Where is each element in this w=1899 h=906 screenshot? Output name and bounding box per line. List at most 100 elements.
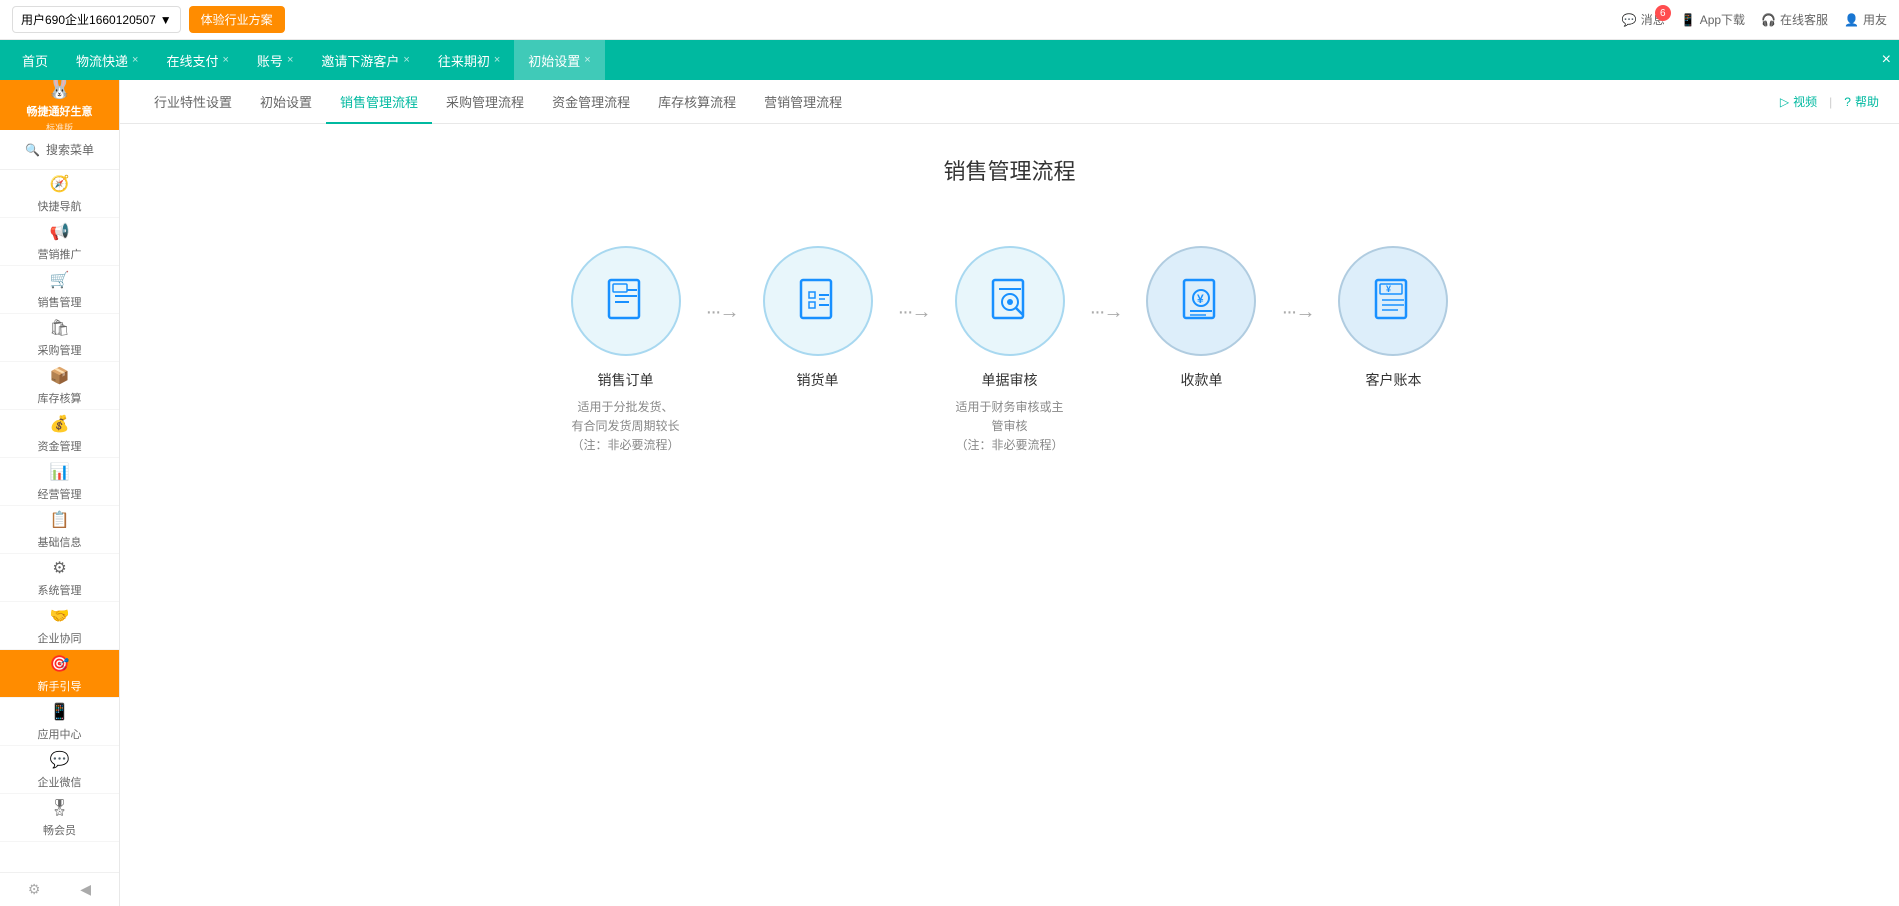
subtab-purchase-flow-label: 采购管理流程 <box>446 92 524 111</box>
subtab-industry[interactable]: 行业特性设置 <box>140 80 246 124</box>
tab-home[interactable]: 首页 <box>8 40 62 80</box>
user-item[interactable]: 👤 用友 <box>1844 11 1887 28</box>
message-item[interactable]: 💬 消息 6 <box>1622 11 1665 28</box>
step-circle-sales-invoice[interactable] <box>763 246 873 356</box>
sidebar-search-label: 搜索菜单 <box>46 141 94 158</box>
sidebar-item-inventory-label: 库存核算 <box>38 390 82 406</box>
sidebar-item-inventory[interactable]: 📦 库存核算 <box>0 362 119 410</box>
top-bar-left: 用户690企业1660120507 ▼ 体验行业方案 <box>12 6 285 33</box>
subtab-init[interactable]: 初始设置 <box>246 80 326 124</box>
tab-payment[interactable]: 在线支付 × <box>152 40 242 80</box>
nav-close-all[interactable]: × <box>1882 51 1891 69</box>
subtab-inventory-flow[interactable]: 库存核算流程 <box>644 80 750 124</box>
step-desc-sales-order: 适用于分批发货、有合同发货周期较长（注：非必要流程） <box>572 398 680 456</box>
tab-logistics-label: 物流快递 <box>76 51 128 70</box>
tab-logistics-close[interactable]: × <box>132 54 138 66</box>
subtab-industry-label: 行业特性设置 <box>154 92 232 111</box>
sales-invoice-icon <box>793 276 843 326</box>
tab-period-close[interactable]: × <box>494 54 500 66</box>
flow-arrow-3: ···→ <box>1090 301 1122 324</box>
subtab-finance-flow[interactable]: 资金管理流程 <box>538 80 644 124</box>
sidebar-item-purchase[interactable]: 🛍 采购管理 <box>0 314 119 362</box>
receipt-icon: ¥ <box>1176 276 1226 326</box>
tab-init-settings-label: 初始设置 <box>528 51 580 70</box>
app-icon: 📱 <box>1681 13 1696 27</box>
tab-home-label: 首页 <box>22 51 48 70</box>
subtab-sales-flow-label: 销售管理流程 <box>340 92 418 111</box>
flow-diagram: 销售订单 适用于分批发货、有合同发货周期较长（注：非必要流程） ···→ <box>160 246 1859 456</box>
tab-logistics[interactable]: 物流快递 × <box>62 40 152 80</box>
subtab-marketing-flow[interactable]: 营销管理流程 <box>750 80 856 124</box>
sidebar-item-marketing[interactable]: 📢 营销推广 <box>0 218 119 266</box>
sidebar-item-wechat[interactable]: 💬 企业微信 <box>0 746 119 794</box>
svg-text:¥: ¥ <box>1197 292 1204 306</box>
sales-icon: 🛒 <box>50 270 70 290</box>
step-label-customer-ledger: 客户账本 <box>1365 370 1421 390</box>
help-link[interactable]: ? 帮助 <box>1844 93 1879 110</box>
step-circle-receipt[interactable]: ¥ <box>1146 246 1256 356</box>
tab-init-settings[interactable]: 初始设置 × <box>514 40 604 80</box>
operation-icon: 📊 <box>50 462 70 482</box>
sidebar-settings-btn[interactable]: ⚙ <box>28 881 41 898</box>
flow-arrow-2: ···→ <box>898 301 930 324</box>
sub-tab-actions: ▷ 视频 | ? 帮助 <box>1780 93 1879 110</box>
sidebar-item-wechat-label: 企业微信 <box>38 774 82 790</box>
flow-step-receipt: ¥ 收款单 <box>1121 246 1281 398</box>
help-icon: ? <box>1844 95 1851 109</box>
newbie-icon: 🎯 <box>50 654 70 674</box>
subtab-marketing-flow-label: 营销管理流程 <box>764 92 842 111</box>
step-circle-customer-ledger[interactable]: ¥ <box>1338 246 1448 356</box>
main-content: 行业特性设置 初始设置 销售管理流程 采购管理流程 资金管理流程 库存核算流程 … <box>120 80 1899 906</box>
sidebar-item-quick-nav-label: 快捷导航 <box>38 198 82 214</box>
tab-account[interactable]: 账号 × <box>243 40 307 80</box>
sidebar-item-appstore[interactable]: 📱 应用中心 <box>0 698 119 746</box>
sub-tabs: 行业特性设置 初始设置 销售管理流程 采购管理流程 资金管理流程 库存核算流程 … <box>120 80 1899 124</box>
app-label: App下载 <box>1700 11 1745 28</box>
sidebar-item-newbie[interactable]: 🎯 新手引导 <box>0 650 119 698</box>
step-circle-doc-review[interactable] <box>955 246 1065 356</box>
quick-nav-icon: 🧭 <box>50 174 70 194</box>
tab-payment-label: 在线支付 <box>166 51 218 70</box>
sidebar-search[interactable]: 🔍 搜索菜单 <box>0 130 119 170</box>
sidebar-logo: 🐰 畅捷通好生意 标准版 <box>0 80 119 130</box>
sidebar-item-enterprise[interactable]: 🤝 企业协同 <box>0 602 119 650</box>
tab-payment-close[interactable]: × <box>222 54 228 66</box>
appstore-icon: 📱 <box>50 702 70 722</box>
doc-review-icon <box>985 276 1035 326</box>
user-label: 用友 <box>1863 11 1887 28</box>
video-label: 视频 <box>1793 93 1817 110</box>
app-download-item[interactable]: 📱 App下载 <box>1681 11 1745 28</box>
try-industry-button[interactable]: 体验行业方案 <box>189 6 285 33</box>
tab-account-label: 账号 <box>257 51 283 70</box>
subtab-sales-flow[interactable]: 销售管理流程 <box>326 80 432 124</box>
nav-tabs: 首页 物流快递 × 在线支付 × 账号 × 邀请下游客户 × 往来期初 × 初始… <box>0 40 1899 80</box>
sidebar-item-appstore-label: 应用中心 <box>38 726 82 742</box>
sidebar-item-operation-label: 经营管理 <box>38 486 82 502</box>
tab-account-close[interactable]: × <box>287 54 293 66</box>
tab-period[interactable]: 往来期初 × <box>424 40 514 80</box>
subtab-init-label: 初始设置 <box>260 92 312 111</box>
sidebar-item-basic[interactable]: 📋 基础信息 <box>0 506 119 554</box>
sidebar-item-system[interactable]: ⚙ 系统管理 <box>0 554 119 602</box>
subtab-purchase-flow[interactable]: 采购管理流程 <box>432 80 538 124</box>
tab-invite[interactable]: 邀请下游客户 × <box>307 40 423 80</box>
sidebar-item-sales[interactable]: 🛒 销售管理 <box>0 266 119 314</box>
tab-invite-close[interactable]: × <box>403 54 409 66</box>
tab-init-settings-close[interactable]: × <box>584 54 590 66</box>
sidebar-item-operation[interactable]: 📊 经营管理 <box>0 458 119 506</box>
sidebar-item-quick-nav[interactable]: 🧭 快捷导航 <box>0 170 119 218</box>
sidebar-item-member[interactable]: 🎖 畅会员 <box>0 794 119 842</box>
service-item[interactable]: 🎧 在线客服 <box>1761 11 1828 28</box>
company-selector[interactable]: 用户690企业1660120507 ▼ <box>12 6 181 33</box>
service-icon: 🎧 <box>1761 13 1776 27</box>
top-bar: 用户690企业1660120507 ▼ 体验行业方案 💬 消息 6 📱 App下… <box>0 0 1899 40</box>
sidebar-collapse-btn[interactable]: ◀ <box>80 881 91 898</box>
video-icon: ▷ <box>1780 95 1789 109</box>
basic-icon: 📋 <box>50 510 70 530</box>
flow-arrow-1: ···→ <box>706 301 738 324</box>
flow-step-customer-ledger: ¥ 客户账本 <box>1313 246 1473 398</box>
help-label: 帮助 <box>1855 93 1879 110</box>
video-link[interactable]: ▷ 视频 <box>1780 93 1817 110</box>
step-circle-sales-order[interactable] <box>571 246 681 356</box>
sidebar-item-finance[interactable]: 💰 资金管理 <box>0 410 119 458</box>
